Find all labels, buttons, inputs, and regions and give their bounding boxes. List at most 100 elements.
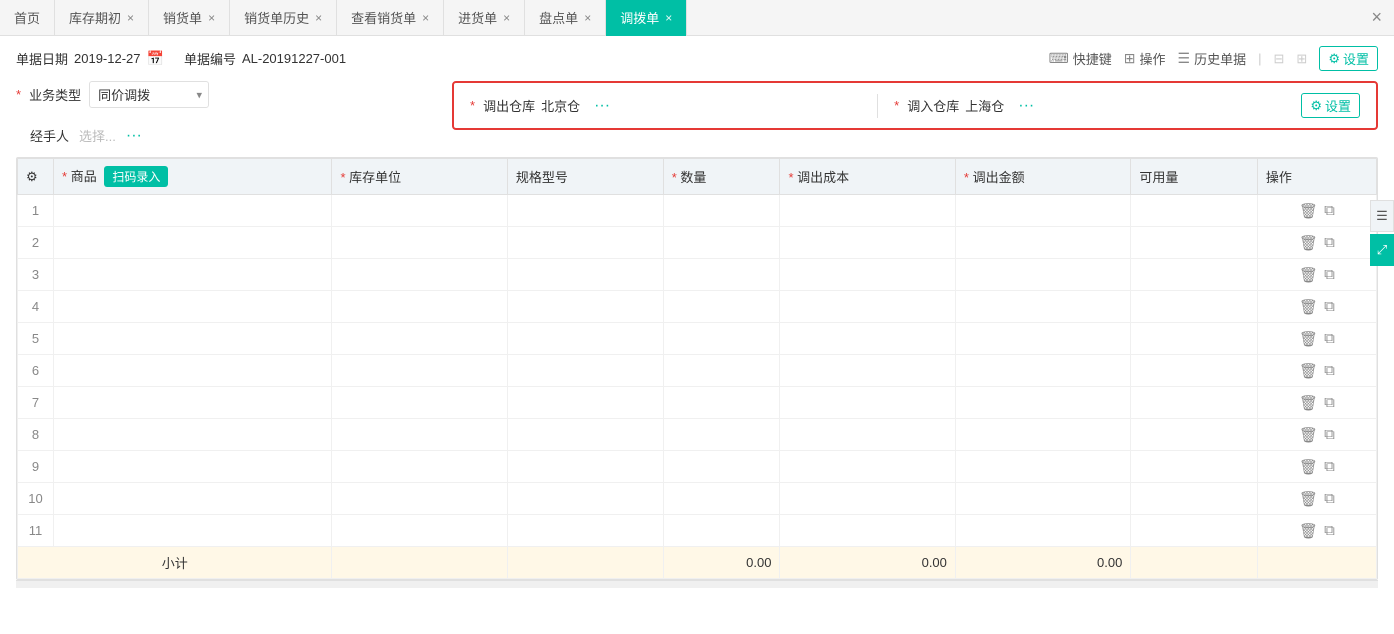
tab-stocktake[interactable]: 盘点单 × — [525, 0, 606, 36]
table-row[interactable]: 7 🗑 ⧉ — [18, 387, 1377, 419]
tab-inventory-init-close[interactable]: × — [127, 11, 134, 25]
biz-type-select[interactable]: 同价调拨 ▾ — [89, 81, 209, 108]
row-3-spec[interactable] — [507, 259, 663, 291]
table-row[interactable]: 9 🗑 ⧉ — [18, 451, 1377, 483]
row-9-available[interactable] — [1131, 451, 1257, 483]
table-row[interactable]: 2 🗑 ⧉ — [18, 227, 1377, 259]
row-11-unit[interactable] — [332, 515, 507, 547]
row-10-unit[interactable] — [332, 483, 507, 515]
row-11-amount[interactable] — [955, 515, 1130, 547]
scan-button[interactable]: 扫码录入 — [104, 166, 168, 187]
tab-sales-history[interactable]: 销货单历史 × — [230, 0, 337, 36]
row-8-product[interactable] — [54, 419, 332, 451]
row-4-amount[interactable] — [955, 291, 1130, 323]
row-3-product[interactable] — [54, 259, 332, 291]
row-1-spec[interactable] — [507, 195, 663, 227]
row-3-cost[interactable] — [780, 259, 955, 291]
th-settings[interactable]: ⚙ — [18, 159, 54, 195]
row-5-delete-icon[interactable]: 🗑 — [1299, 330, 1318, 348]
row-5-amount[interactable] — [955, 323, 1130, 355]
row-6-delete-icon[interactable]: 🗑 — [1299, 362, 1318, 380]
row-11-spec[interactable] — [507, 515, 663, 547]
row-1-qty[interactable] — [663, 195, 780, 227]
row-6-copy-icon[interactable]: ⧉ — [1324, 362, 1335, 379]
row-7-available[interactable] — [1131, 387, 1257, 419]
row-4-copy-icon[interactable]: ⧉ — [1324, 298, 1335, 315]
row-8-unit[interactable] — [332, 419, 507, 451]
side-list-button[interactable]: ☰ — [1370, 200, 1394, 232]
row-4-unit[interactable] — [332, 291, 507, 323]
table-row[interactable]: 1 🗑 ⧉ — [18, 195, 1377, 227]
row-10-product[interactable] — [54, 483, 332, 515]
row-8-delete-icon[interactable]: 🗑 — [1299, 426, 1318, 444]
row-7-delete-icon[interactable]: 🗑 — [1299, 394, 1318, 412]
row-4-available[interactable] — [1131, 291, 1257, 323]
row-5-copy-icon[interactable]: ⧉ — [1324, 330, 1335, 347]
tab-purchase-order[interactable]: 进货单 × — [444, 0, 525, 36]
row-10-qty[interactable] — [663, 483, 780, 515]
tab-transfer-close[interactable]: × — [665, 11, 672, 25]
row-7-amount[interactable] — [955, 387, 1130, 419]
operations-button[interactable]: ⊞ 操作 — [1124, 49, 1166, 68]
row-8-amount[interactable] — [955, 419, 1130, 451]
row-2-unit[interactable] — [332, 227, 507, 259]
row-8-copy-icon[interactable]: ⧉ — [1324, 426, 1335, 443]
tab-view-sales[interactable]: 查看销货单 × — [337, 0, 444, 36]
table-row[interactable]: 6 🗑 ⧉ — [18, 355, 1377, 387]
row-1-available[interactable] — [1131, 195, 1257, 227]
row-1-copy-icon[interactable]: ⧉ — [1324, 202, 1335, 219]
row-11-delete-icon[interactable]: 🗑 — [1299, 522, 1318, 540]
row-8-available[interactable] — [1131, 419, 1257, 451]
row-4-delete-icon[interactable]: 🗑 — [1299, 298, 1318, 316]
row-7-spec[interactable] — [507, 387, 663, 419]
window-close-button[interactable]: × — [1359, 0, 1394, 36]
row-2-delete-icon[interactable]: 🗑 — [1299, 234, 1318, 252]
row-6-spec[interactable] — [507, 355, 663, 387]
row-1-delete-icon[interactable]: 🗑 — [1299, 202, 1318, 220]
in-warehouse-more-icon[interactable]: ··· — [1018, 97, 1034, 115]
tab-inventory-init[interactable]: 库存期初 × — [55, 0, 149, 36]
row-9-qty[interactable] — [663, 451, 780, 483]
row-1-product[interactable] — [54, 195, 332, 227]
history-button[interactable]: ☰ 历史单据 — [1178, 49, 1247, 68]
row-4-product[interactable] — [54, 291, 332, 323]
table-row[interactable]: 11 🗑 ⧉ — [18, 515, 1377, 547]
tab-transfer[interactable]: 调拨单 × — [606, 0, 687, 36]
row-5-product[interactable] — [54, 323, 332, 355]
row-10-spec[interactable] — [507, 483, 663, 515]
row-7-copy-icon[interactable]: ⧉ — [1324, 394, 1335, 411]
row-2-spec[interactable] — [507, 227, 663, 259]
tab-sales-history-close[interactable]: × — [315, 11, 322, 25]
row-6-cost[interactable] — [780, 355, 955, 387]
row-1-unit[interactable] — [332, 195, 507, 227]
row-11-cost[interactable] — [780, 515, 955, 547]
table-row[interactable]: 5 🗑 ⧉ — [18, 323, 1377, 355]
operator-more-icon[interactable]: ··· — [126, 127, 142, 145]
row-6-product[interactable] — [54, 355, 332, 387]
row-7-product[interactable] — [54, 387, 332, 419]
row-3-delete-icon[interactable]: 🗑 — [1299, 266, 1318, 284]
row-2-copy-icon[interactable]: ⧉ — [1324, 234, 1335, 251]
row-9-unit[interactable] — [332, 451, 507, 483]
tab-home[interactable]: 首页 — [0, 0, 55, 36]
row-7-unit[interactable] — [332, 387, 507, 419]
row-7-qty[interactable] — [663, 387, 780, 419]
row-5-available[interactable] — [1131, 323, 1257, 355]
row-10-copy-icon[interactable]: ⧉ — [1324, 490, 1335, 507]
tab-stocktake-close[interactable]: × — [584, 11, 591, 25]
tab-sales-order-close[interactable]: × — [208, 11, 215, 25]
row-8-spec[interactable] — [507, 419, 663, 451]
row-4-qty[interactable] — [663, 291, 780, 323]
row-2-available[interactable] — [1131, 227, 1257, 259]
row-3-copy-icon[interactable]: ⧉ — [1324, 266, 1335, 283]
row-5-unit[interactable] — [332, 323, 507, 355]
table-row[interactable]: 8 🗑 ⧉ — [18, 419, 1377, 451]
row-2-product[interactable] — [54, 227, 332, 259]
row-9-spec[interactable] — [507, 451, 663, 483]
settings-button[interactable]: ⚙ 设置 — [1319, 46, 1378, 71]
row-10-delete-icon[interactable]: 🗑 — [1299, 490, 1318, 508]
side-expand-button[interactable]: ⤢ — [1370, 234, 1394, 266]
row-9-delete-icon[interactable]: 🗑 — [1299, 458, 1318, 476]
row-11-product[interactable] — [54, 515, 332, 547]
row-2-qty[interactable] — [663, 227, 780, 259]
